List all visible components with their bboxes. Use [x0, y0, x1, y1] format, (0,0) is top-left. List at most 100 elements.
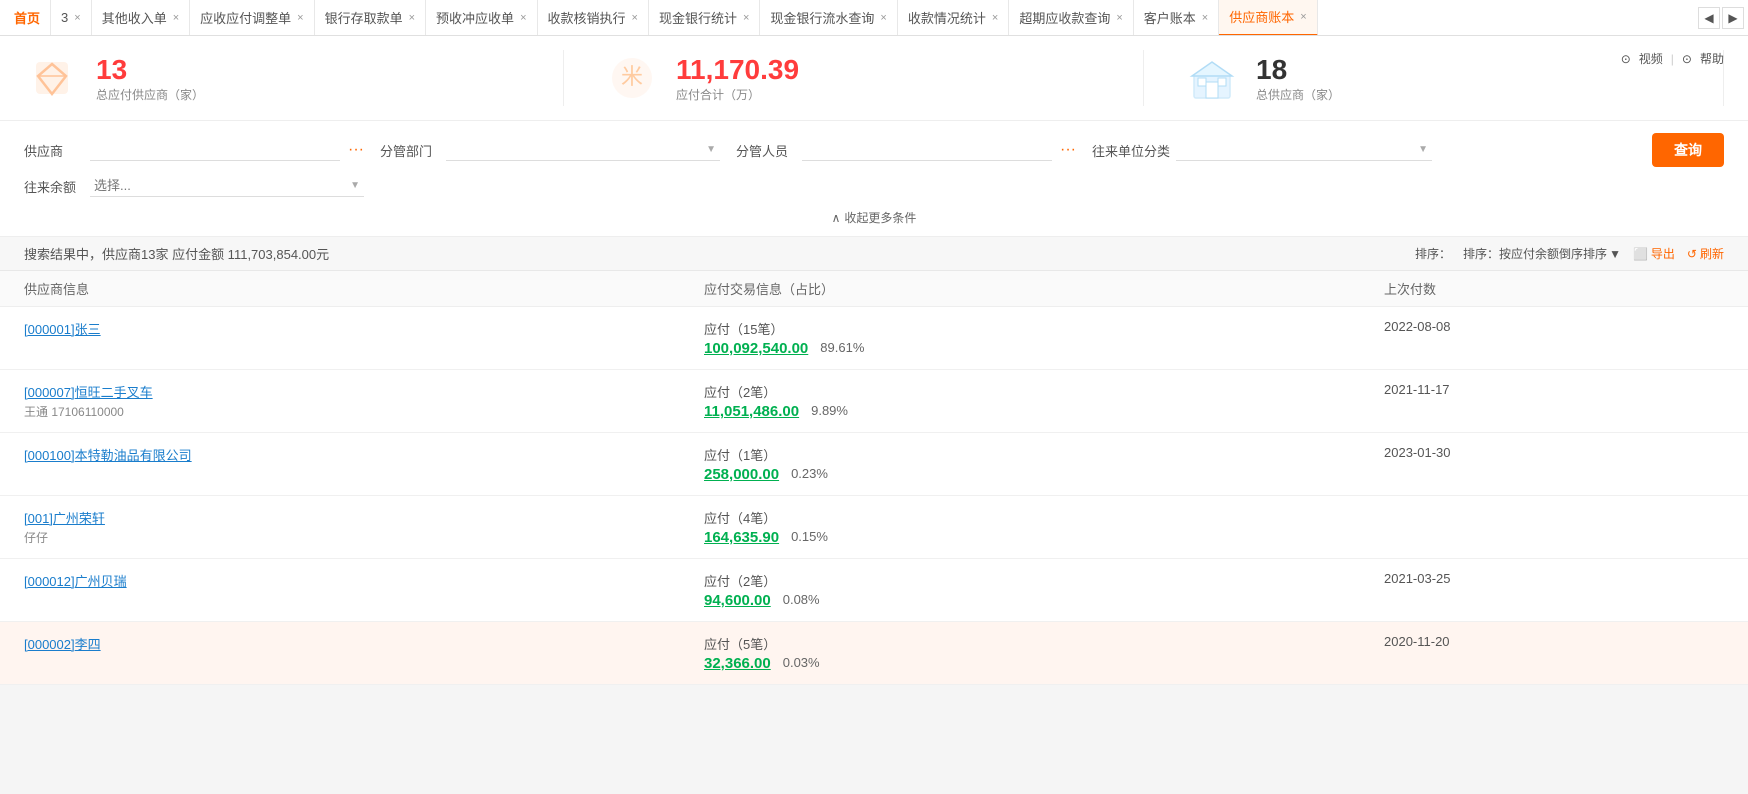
nav-tab-3[interactable]: 3 × [51, 0, 92, 36]
total-suppliers-num: 18 [1256, 53, 1340, 87]
nav-tab-3-close[interactable]: × [74, 12, 80, 24]
nav-next-btn[interactable]: ▶ [1722, 7, 1744, 29]
top-navigation: 首页 3 × 其他收入单 × 应收应付调整单 × 银行存取款单 × 预收冲应收单… [0, 0, 1748, 36]
diamond-icon [24, 50, 80, 106]
nav-bank-deposit[interactable]: 银行存取款单 × [315, 0, 426, 36]
top-right-links: ⊙ 视频 | ⊙ 帮助 [1621, 50, 1724, 67]
table-row: [000100]本特勒油品有限公司 应付（1笔） 258,000.00 0.23… [0, 433, 1748, 496]
nav-cash-bank-stat-close[interactable]: × [743, 12, 749, 24]
unit-category-select[interactable]: ▼ [1176, 139, 1432, 161]
nav-ar-ap-adjust-label: 应收应付调整单 [200, 8, 291, 27]
balance-input[interactable] [94, 178, 350, 193]
filter-area: 供应商 ··· 分管部门 ▼ 分管人员 ··· 往来单位分类 ▼ 查询 [0, 121, 1748, 237]
supplier-label: 供应商 [24, 141, 84, 160]
pay-amount-4[interactable]: 94,600.00 [704, 592, 771, 609]
payable-cell-0: 应付（15笔） 100,092,540.00 89.61% [704, 319, 1384, 357]
summary-payable-total: 米 11,170.39 应付合计（万） [564, 50, 1144, 106]
sort-label: 排序： [1415, 245, 1451, 262]
collapse-button[interactable]: ∧ 收起更多条件 [832, 209, 917, 226]
nav-collection-stat[interactable]: 收款情况统计 × [898, 0, 1009, 36]
refresh-button[interactable]: ↺ 刷新 [1687, 245, 1724, 262]
nav-collection-stat-close[interactable]: × [992, 12, 998, 24]
payable-cell-3: 应付（4笔） 164,635.90 0.15% [704, 508, 1384, 546]
nav-prev-btn[interactable]: ◀ [1698, 7, 1720, 29]
supplier-dots[interactable]: ··· [348, 141, 364, 159]
supplier-link-000007[interactable]: [000007]恒旺二手叉车 [24, 382, 704, 401]
total-suppliers-label: 总供应商（家） [1256, 86, 1340, 103]
nav-overdue-ar-close[interactable]: × [1116, 12, 1122, 24]
video-link[interactable]: 视频 [1639, 50, 1663, 67]
pay-amount-3[interactable]: 164,635.90 [704, 529, 779, 546]
nav-other-income[interactable]: 其他收入单 × [92, 0, 190, 36]
payable-suppliers-label: 总应付供应商（家） [96, 86, 204, 103]
help-link[interactable]: 帮助 [1700, 50, 1724, 67]
payable-total-num: 11,170.39 [676, 53, 799, 87]
nav-cash-bank-flow[interactable]: 现金银行流水查询 × [760, 0, 897, 36]
nav-cash-bank-stat-label: 现金银行统计 [659, 8, 737, 27]
result-summary-text: 搜索结果中，供应商13家 应付金额 111,703,854.00元 [24, 244, 1415, 263]
person-dots[interactable]: ··· [1060, 141, 1076, 159]
nav-supplier-ledger[interactable]: 供应商账本 × [1219, 0, 1317, 36]
nav-collection-verify[interactable]: 收款核销执行 × [538, 0, 649, 36]
supplier-link-000100[interactable]: [000100]本特勒油品有限公司 [24, 445, 704, 464]
pay-label-4: 应付（2笔） [704, 571, 1384, 590]
nav-customer-ledger-label: 客户账本 [1144, 8, 1196, 27]
pay-label-0: 应付（15笔） [704, 319, 1384, 338]
nav-customer-ledger-close[interactable]: × [1202, 12, 1208, 24]
table-row: [000012]广州贝瑞 应付（2笔） 94,600.00 0.08% 2021… [0, 559, 1748, 622]
pay-percent-4: 0.08% [783, 592, 820, 607]
person-input[interactable] [802, 139, 1052, 161]
pay-amount-2[interactable]: 258,000.00 [704, 466, 779, 483]
supplier-sub-1: 王通 17106110000 [24, 403, 704, 420]
supplier-cell: [000012]广州贝瑞 [24, 571, 704, 590]
department-input[interactable] [450, 142, 706, 157]
table-row: [001]广州荣轩 仔仔 应付（4笔） 164,635.90 0.15% [0, 496, 1748, 559]
unit-category-label: 往来单位分类 [1092, 141, 1170, 160]
pay-amount-0[interactable]: 100,092,540.00 [704, 340, 808, 357]
payable-cell-5: 应付（5笔） 32,366.00 0.03% [704, 634, 1384, 672]
nav-collection-verify-close[interactable]: × [632, 12, 638, 24]
nav-bank-deposit-close[interactable]: × [409, 12, 415, 24]
nav-home[interactable]: 首页 [4, 0, 51, 36]
filter-row-2: 往来余额 ▼ [24, 175, 364, 197]
last-pay-5: 2020-11-20 [1384, 634, 1724, 649]
nav-advance-collection-close[interactable]: × [520, 12, 526, 24]
main-table: 供应商信息 应付交易信息（占比） 上次付数 [000001]张三 应付（15笔）… [0, 271, 1748, 685]
department-label: 分管部门 [380, 141, 440, 160]
sort-button[interactable]: 排序：按应付余额倒序排序 ▼ [1463, 245, 1621, 262]
nav-customer-ledger[interactable]: 客户账本 × [1134, 0, 1219, 36]
nav-advance-collection-label: 预收冲应收单 [436, 8, 514, 27]
export-button[interactable]: ⬜ 导出 [1633, 245, 1675, 262]
balance-caret-icon: ▼ [350, 180, 360, 191]
supplier-input[interactable] [90, 139, 340, 161]
supplier-link-000001[interactable]: [000001]张三 [24, 319, 704, 338]
nav-overdue-ar-label: 超期应收款查询 [1019, 8, 1110, 27]
supplier-cell: [001]广州荣轩 仔仔 [24, 508, 704, 546]
summary-payable-suppliers-text: 13 总应付供应商（家） [96, 53, 204, 104]
unit-category-input[interactable] [1180, 142, 1418, 157]
supplier-link-000012[interactable]: [000012]广州贝瑞 [24, 571, 704, 590]
pay-percent-1: 9.89% [811, 403, 848, 418]
pay-amount-1[interactable]: 11,051,486.00 [704, 403, 799, 420]
nav-ar-ap-adjust-close[interactable]: × [297, 12, 303, 24]
payable-cell-2: 应付（1笔） 258,000.00 0.23% [704, 445, 1384, 483]
query-button[interactable]: 查询 [1652, 133, 1724, 167]
table-row: [000001]张三 应付（15笔） 100,092,540.00 89.61%… [0, 307, 1748, 370]
pay-amount-5[interactable]: 32,366.00 [704, 655, 771, 672]
nav-cash-bank-flow-close[interactable]: × [880, 12, 886, 24]
nav-supplier-ledger-close[interactable]: × [1300, 11, 1306, 23]
balance-select[interactable]: ▼ [90, 175, 364, 197]
person-label: 分管人员 [736, 141, 796, 160]
nav-cash-bank-stat[interactable]: 现金银行统计 × [649, 0, 760, 36]
nav-tab-3-label: 3 [61, 10, 68, 25]
nav-overdue-ar[interactable]: 超期应收款查询 × [1009, 0, 1133, 36]
supplier-link-001[interactable]: [001]广州荣轩 [24, 508, 704, 527]
department-select[interactable]: ▼ [446, 139, 720, 161]
pay-percent-0: 89.61% [820, 340, 864, 355]
nav-ar-ap-adjust[interactable]: 应收应付调整单 × [190, 0, 314, 36]
table-header: 供应商信息 应付交易信息（占比） 上次付数 [0, 271, 1748, 307]
summary-bar: 13 总应付供应商（家） 米 11,170.39 应付合计（万） [0, 36, 1748, 121]
nav-advance-collection[interactable]: 预收冲应收单 × [426, 0, 537, 36]
supplier-link-000002[interactable]: [000002]李四 [24, 634, 704, 653]
nav-other-income-close[interactable]: × [173, 12, 179, 24]
